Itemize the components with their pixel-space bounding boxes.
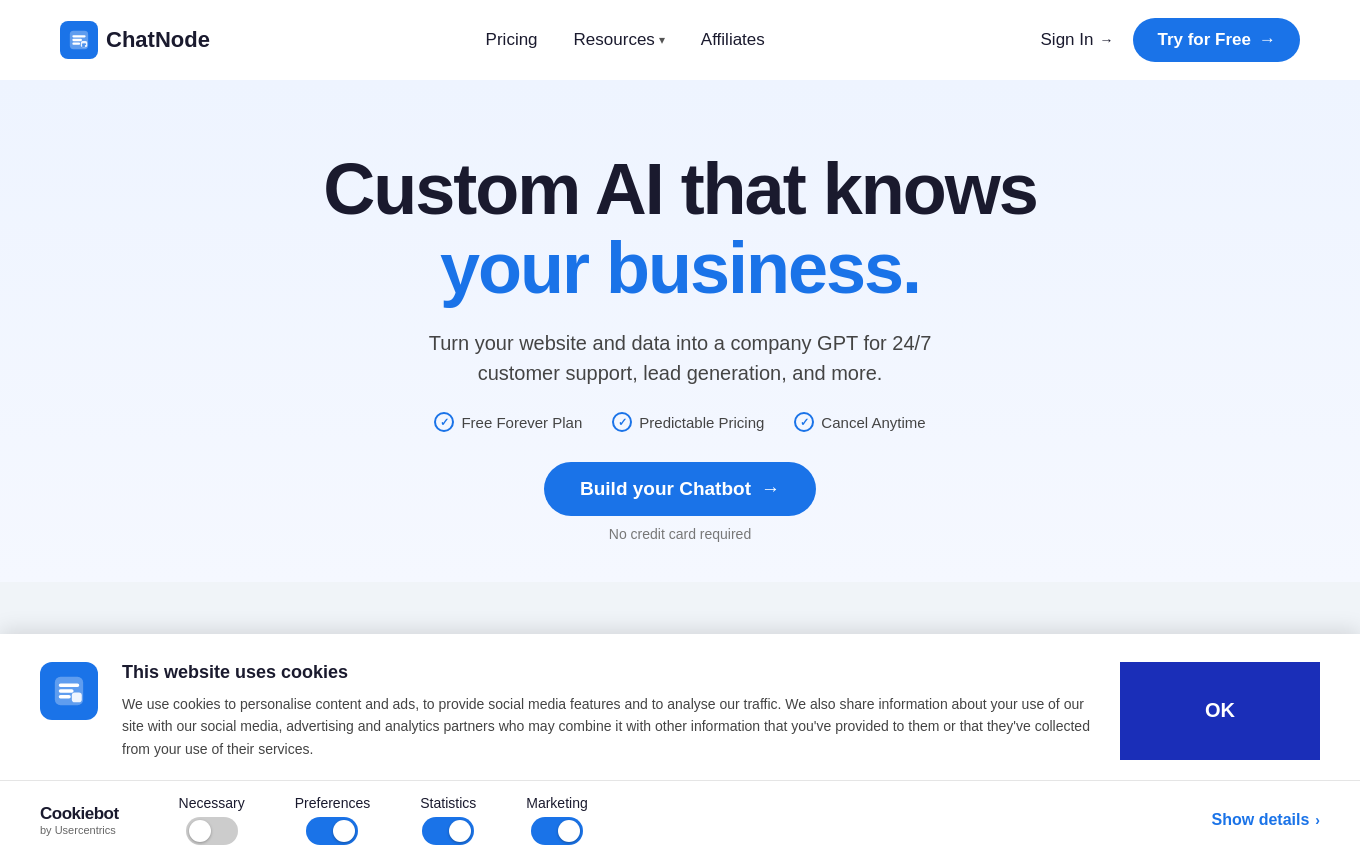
logo-icon [60, 21, 98, 59]
badge-free-plan: ✓ Free Forever Plan [434, 412, 582, 432]
toggle-preferences[interactable] [306, 817, 358, 845]
toggle-label-statistics: Statistics [420, 795, 476, 811]
nav-actions: Sign In → Try for Free → [1041, 18, 1300, 62]
logo-text: ChatNode [106, 27, 210, 53]
toggle-group-statistics: Statistics [420, 795, 476, 845]
toggle-necessary[interactable] [186, 817, 238, 845]
toggle-group-preferences: Preferences [295, 795, 370, 845]
toggle-knob-preferences [333, 820, 355, 842]
nav-resources[interactable]: Resources ▾ [574, 30, 665, 50]
show-details-button[interactable]: Show details › [1212, 811, 1320, 829]
arrow-right-icon: → [1259, 30, 1276, 50]
nav-pricing[interactable]: Pricing [486, 30, 538, 50]
hero-title: Custom AI that knows your business. [40, 150, 1320, 308]
cookie-body: We use cookies to personalise content an… [122, 693, 1096, 760]
chevron-right-icon: › [1315, 812, 1320, 828]
toggle-marketing[interactable] [531, 817, 583, 845]
try-free-button[interactable]: Try for Free → [1133, 18, 1300, 62]
toggle-group-necessary: Necessary [179, 795, 245, 845]
hero-subtitle: Turn your website and data into a compan… [40, 328, 1320, 388]
cookie-logo-icon [40, 662, 98, 720]
toggle-group-marketing: Marketing [526, 795, 587, 845]
arrow-right-icon: → [1099, 32, 1113, 48]
logo[interactable]: ChatNode [60, 21, 210, 59]
badge-pricing: ✓ Predictable Pricing [612, 412, 764, 432]
toggle-knob-necessary [189, 820, 211, 842]
toggle-knob-marketing [558, 820, 580, 842]
navbar: ChatNode Pricing Resources ▾ Affiliates … [0, 0, 1360, 80]
cookie-banner: This website uses cookies We use cookies… [0, 634, 1360, 859]
no-credit-text: No credit card required [40, 526, 1320, 542]
hero-section: Custom AI that knows your business. Turn… [0, 80, 1360, 582]
ok-button[interactable]: OK [1120, 662, 1320, 760]
toggle-knob-statistics [449, 820, 471, 842]
hero-title-line1: Custom AI that knows [40, 150, 1320, 229]
build-chatbot-button[interactable]: Build your Chatbot → [544, 462, 816, 516]
hero-title-line2: your business. [40, 229, 1320, 308]
toggle-statistics[interactable] [422, 817, 474, 845]
cookiebot-brand: Cookiebot by Usercentrics [40, 804, 119, 836]
check-icon: ✓ [612, 412, 632, 432]
cookiebot-sub: by Usercentrics [40, 824, 116, 836]
badge-cancel: ✓ Cancel Anytime [794, 412, 925, 432]
arrow-right-icon: → [761, 478, 780, 500]
svg-rect-3 [72, 692, 82, 702]
cookie-footer: Cookiebot by Usercentrics Necessary Pref… [0, 781, 1360, 859]
nav-links: Pricing Resources ▾ Affiliates [486, 30, 765, 50]
toggle-label-necessary: Necessary [179, 795, 245, 811]
toggle-label-preferences: Preferences [295, 795, 370, 811]
cookie-controls: Necessary Preferences Statistics [179, 795, 1320, 845]
cookiebot-name: Cookiebot [40, 804, 119, 824]
toggle-label-marketing: Marketing [526, 795, 587, 811]
sign-in-button[interactable]: Sign In → [1041, 30, 1114, 50]
hero-badges: ✓ Free Forever Plan ✓ Predictable Pricin… [40, 412, 1320, 432]
cookie-main: This website uses cookies We use cookies… [0, 634, 1360, 781]
resources-chevron-icon: ▾ [659, 33, 665, 47]
cookie-title: This website uses cookies [122, 662, 1096, 683]
nav-affiliates[interactable]: Affiliates [701, 30, 765, 50]
check-icon: ✓ [434, 412, 454, 432]
check-icon: ✓ [794, 412, 814, 432]
cookie-text: This website uses cookies We use cookies… [122, 662, 1096, 760]
